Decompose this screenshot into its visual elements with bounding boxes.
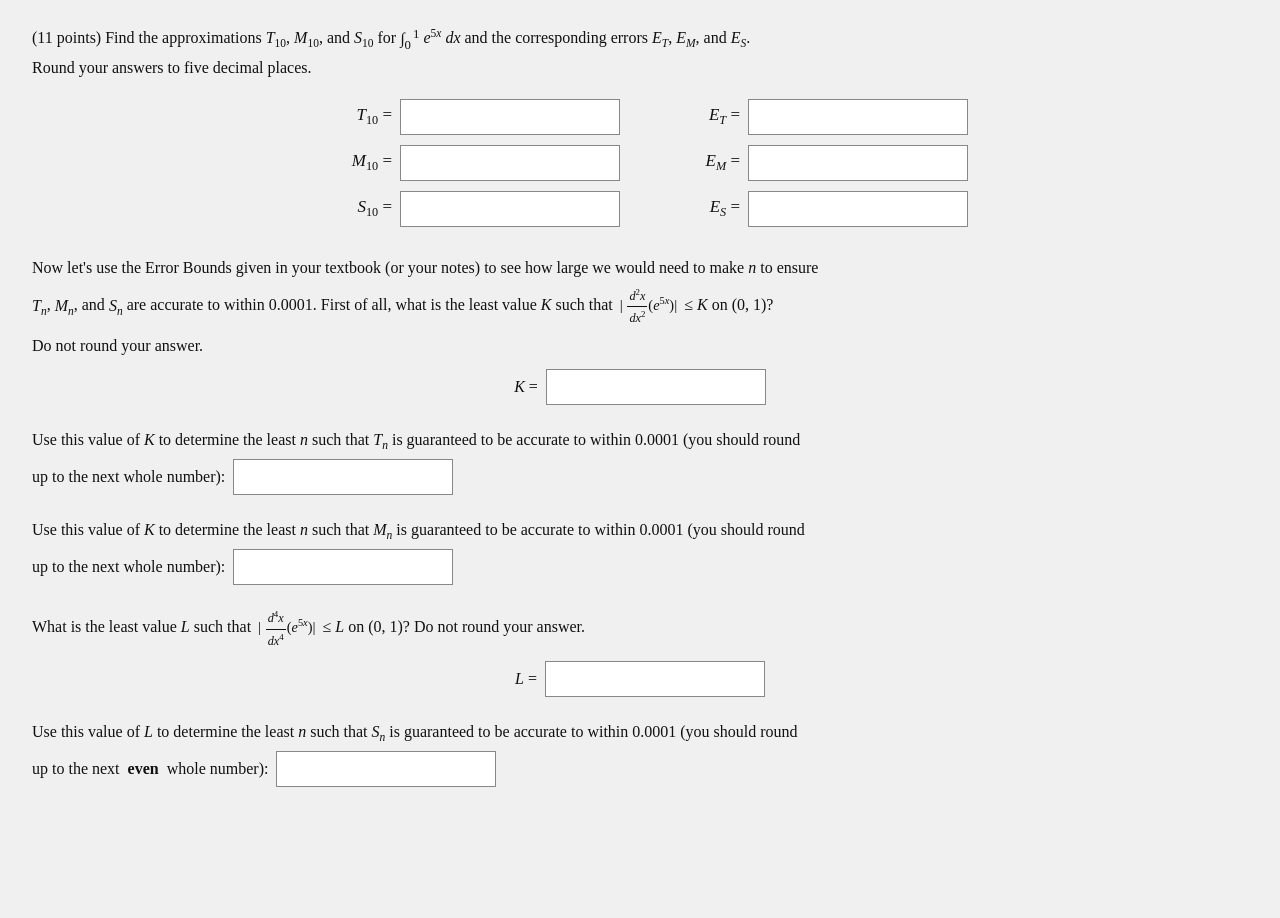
et-label: ET =: [660, 105, 740, 128]
even-bold: even: [128, 756, 159, 782]
section-tn-least: Use this value of K to determine the lea…: [32, 427, 1248, 495]
header-line2: Round your answers to five decimal place…: [32, 55, 1248, 81]
k-input[interactable]: [546, 369, 766, 405]
section-k: Now let's use the Error Bounds given in …: [32, 255, 1248, 405]
et-input[interactable]: [748, 99, 968, 135]
section-sn-line1: Use this value of L to determine the lea…: [32, 719, 1248, 747]
section-sn-least: Use this value of L to determine the lea…: [32, 719, 1248, 787]
t10-row: T10 =: [312, 99, 620, 135]
m10-row: M10 =: [312, 145, 620, 181]
section-l: What is the least value L such that | d4…: [32, 607, 1248, 697]
s10-row: S10 =: [312, 191, 620, 227]
section-l-line1: What is the least value L such that | d4…: [32, 607, 1248, 651]
es-row: ES =: [660, 191, 968, 227]
section-k-line1: Now let's use the Error Bounds given in …: [32, 255, 1248, 281]
section-tn-line1: Use this value of K to determine the lea…: [32, 427, 1248, 455]
em-label: EM =: [660, 151, 740, 174]
em-row: EM =: [660, 145, 968, 181]
section-sn-line2: up to the next even whole number):: [32, 751, 1248, 787]
et-row: ET =: [660, 99, 968, 135]
em-input[interactable]: [748, 145, 968, 181]
sn-least-input[interactable]: [276, 751, 496, 787]
t10-input[interactable]: [400, 99, 620, 135]
m10-label: M10 =: [312, 151, 392, 174]
section-tn-line2: up to the next whole number):: [32, 459, 1248, 495]
left-input-col: T10 = M10 = S10 =: [312, 99, 620, 227]
section-k-donot: Do not round your answer.: [32, 333, 1248, 359]
right-input-col: ET = EM = ES =: [660, 99, 968, 227]
k-input-row: K =: [32, 369, 1248, 405]
section-k-line2: Tn, Mn, and Sn are accurate to within 0.…: [32, 285, 1248, 329]
section-mn-least: Use this value of K to determine the lea…: [32, 517, 1248, 585]
s10-label: S10 =: [312, 197, 392, 220]
k-label: K =: [514, 374, 538, 400]
es-input[interactable]: [748, 191, 968, 227]
mn-least-input[interactable]: [233, 549, 453, 585]
m10-input[interactable]: [400, 145, 620, 181]
section-mn-line1: Use this value of K to determine the lea…: [32, 517, 1248, 545]
es-label: ES =: [660, 197, 740, 220]
tn-least-input[interactable]: [233, 459, 453, 495]
input-grid: T10 = M10 = S10 = ET = EM = ES =: [32, 99, 1248, 227]
problem-header: (11 points) Find the approximations T10,…: [32, 24, 1248, 81]
header-line1: (11 points) Find the approximations T10,…: [32, 24, 1248, 55]
l-label: L =: [515, 666, 537, 692]
l-input[interactable]: [545, 661, 765, 697]
t10-label: T10 =: [312, 105, 392, 128]
points-label: (11 points): [32, 29, 101, 46]
section-mn-line2: up to the next whole number):: [32, 549, 1248, 585]
s10-input[interactable]: [400, 191, 620, 227]
l-input-row: L =: [32, 661, 1248, 697]
header-text: Find the approximations T10, M10, and S1…: [105, 29, 750, 46]
